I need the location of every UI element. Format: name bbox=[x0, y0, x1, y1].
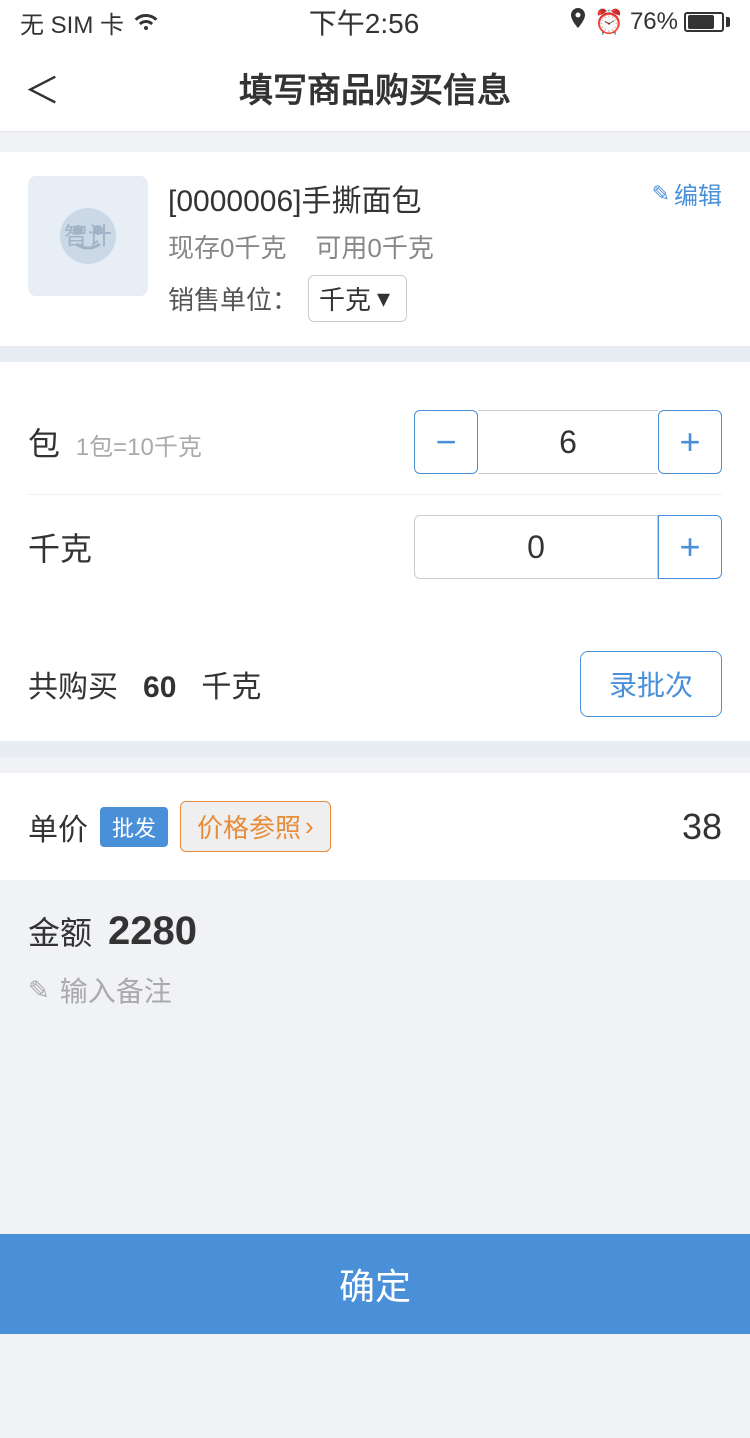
kg-input-row: 千克 + bbox=[28, 495, 722, 599]
bag-label-group: 包 1包=10千克 bbox=[28, 419, 202, 465]
back-button[interactable]: ＜ bbox=[24, 62, 60, 114]
nav-bar: ＜ 填写商品购买信息 bbox=[0, 44, 750, 132]
product-stock: 现存0千克 可用0千克 bbox=[168, 228, 722, 265]
record-batch-button[interactable]: 录批次 bbox=[580, 651, 722, 717]
location-icon bbox=[568, 8, 588, 37]
summary-prefix: 共购买 bbox=[28, 671, 118, 704]
confirm-button[interactable]: 确定 bbox=[0, 1234, 750, 1334]
status-right: ⏰ 76% bbox=[568, 8, 730, 37]
bag-stepper: − + bbox=[414, 410, 722, 474]
kg-quantity-input[interactable] bbox=[414, 515, 658, 579]
product-unit-row: 销售单位： 千克 ▾ bbox=[168, 275, 722, 322]
kg-label: 千克 bbox=[28, 531, 92, 567]
status-bar: 无 SIM 卡 下午2:56 ⏰ 76% bbox=[0, 0, 750, 44]
edit-button[interactable]: ✎ 编辑 bbox=[652, 176, 722, 211]
input-section: 包 1包=10千克 − + 千克 + bbox=[0, 362, 750, 627]
price-row: 单价 批发 价格参照 › 38 bbox=[28, 801, 722, 852]
price-reference-button[interactable]: 价格参照 › bbox=[180, 801, 331, 852]
kg-label-group: 千克 bbox=[28, 524, 92, 570]
kg-stepper: + bbox=[414, 515, 722, 579]
summary-amount: 60 bbox=[143, 671, 176, 704]
battery-text: 76% bbox=[630, 8, 678, 36]
pencil-icon: ✎ bbox=[28, 975, 50, 1006]
unit-dropdown[interactable]: 千克 ▾ bbox=[308, 275, 407, 322]
unit-value: 千克 bbox=[319, 280, 371, 317]
price-tag: 批发 bbox=[100, 807, 168, 847]
product-card: 智计 [0000006]手撕面包 现存0千克 可用0千克 销售单位： 千克 ▾ … bbox=[0, 152, 750, 346]
separator-1 bbox=[0, 346, 750, 362]
kg-increment-button[interactable]: + bbox=[658, 515, 722, 579]
amount-label: 金额 bbox=[28, 908, 92, 954]
unit-label: 销售单位： bbox=[168, 280, 298, 317]
bag-label: 包 bbox=[28, 426, 60, 462]
price-section: 单价 批发 价格参照 › 38 bbox=[0, 773, 750, 880]
product-name: [0000006]手撕面包 bbox=[168, 176, 722, 220]
svg-text:智计: 智计 bbox=[64, 223, 112, 250]
dropdown-arrow-icon: ▾ bbox=[377, 283, 390, 314]
alarm-icon: ⏰ bbox=[594, 8, 624, 37]
price-ref-arrow-icon: › bbox=[305, 811, 314, 842]
price-label: 单价 bbox=[28, 805, 88, 849]
status-left: 无 SIM 卡 bbox=[20, 5, 160, 40]
amount-row: 金额 2280 bbox=[28, 908, 722, 954]
bag-input-row: 包 1包=10千克 − + bbox=[28, 390, 722, 495]
summary-text: 共购买 60 千克 bbox=[28, 662, 261, 706]
amount-value: 2280 bbox=[108, 909, 197, 954]
remark-row[interactable]: ✎ 输入备注 bbox=[28, 970, 722, 1010]
product-image: 智计 bbox=[28, 176, 148, 296]
stock-text: 现存0千克 bbox=[168, 233, 286, 263]
product-info: [0000006]手撕面包 现存0千克 可用0千克 销售单位： 千克 ▾ bbox=[168, 176, 722, 322]
edit-label: 编辑 bbox=[674, 176, 722, 211]
amount-section: 金额 2280 ✎ 输入备注 bbox=[0, 880, 750, 1038]
bag-hint: 1包=10千克 bbox=[76, 434, 202, 461]
available-text: 可用0千克 bbox=[315, 233, 433, 263]
bag-increment-button[interactable]: + bbox=[658, 410, 722, 474]
status-time: 下午2:56 bbox=[309, 2, 420, 42]
bag-quantity-input[interactable] bbox=[478, 410, 658, 474]
battery-icon bbox=[684, 12, 730, 32]
price-ref-label: 价格参照 bbox=[197, 808, 301, 845]
edit-icon: ✎ bbox=[652, 181, 670, 207]
bag-decrement-button[interactable]: − bbox=[414, 410, 478, 474]
price-value: 38 bbox=[682, 806, 722, 848]
remark-placeholder: 输入备注 bbox=[60, 970, 172, 1010]
wifi-icon bbox=[132, 8, 160, 37]
carrier-text: 无 SIM 卡 bbox=[20, 5, 124, 40]
product-logo-icon: 智计 bbox=[58, 206, 118, 266]
summary-unit: 千克 bbox=[201, 671, 261, 704]
separator-2 bbox=[0, 741, 750, 757]
confirm-button-label: 确定 bbox=[339, 1258, 411, 1310]
page-title: 填写商品购买信息 bbox=[239, 63, 511, 112]
summary-section: 共购买 60 千克 录批次 bbox=[0, 627, 750, 741]
